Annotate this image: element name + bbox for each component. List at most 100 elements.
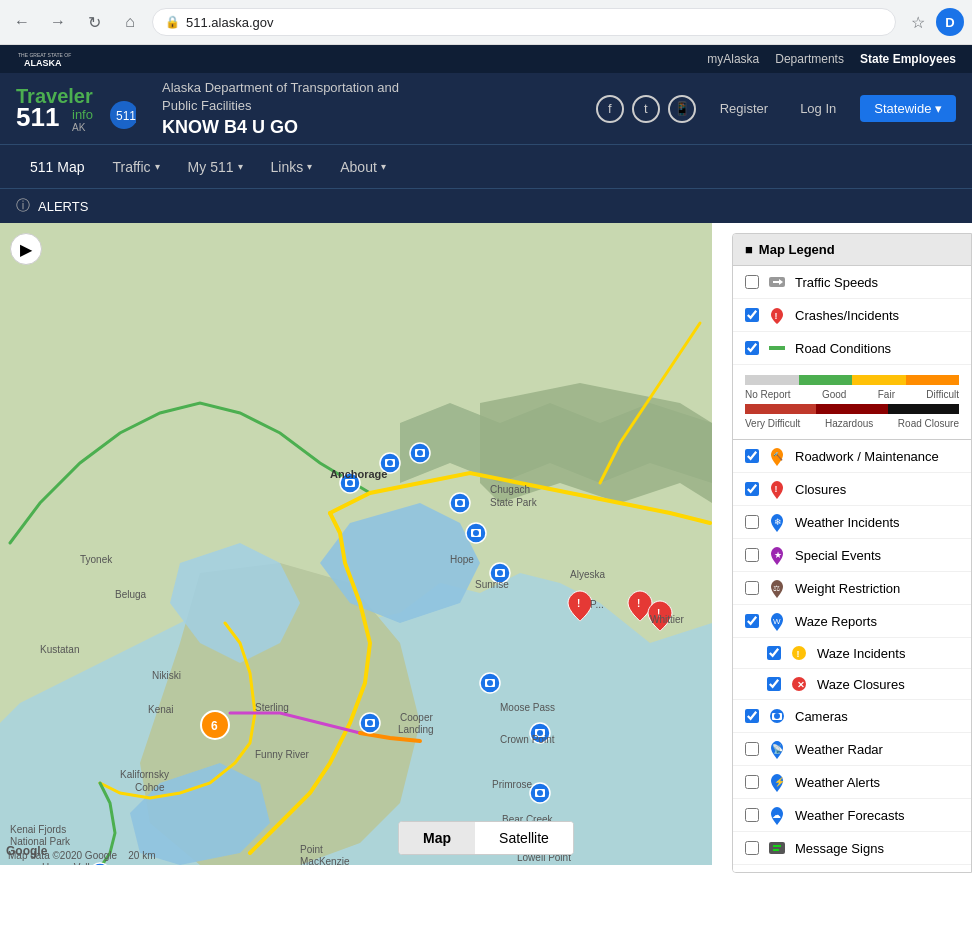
nav-about[interactable]: About ▾ <box>326 145 400 189</box>
road-labels-1: No Report Good Fair Difficult <box>745 389 959 400</box>
svg-text:Sunrise: Sunrise <box>475 579 509 590</box>
svg-point-28 <box>497 570 503 576</box>
legend-item-road-conditions[interactable]: Road Conditions <box>733 332 971 365</box>
legend-item-roadwork[interactable]: 🔨 Roadwork / Maintenance <box>733 440 971 473</box>
special-events-checkbox[interactable] <box>745 548 759 562</box>
legend-title: Map Legend <box>759 242 835 257</box>
myalaska-link[interactable]: myAlaska <box>707 52 759 66</box>
nav-my511[interactable]: My 511 ▾ <box>174 145 257 189</box>
waze-incidents-checkbox[interactable] <box>767 646 781 660</box>
svg-text:Alyeska: Alyeska <box>570 569 605 580</box>
legend-item-weather-alerts[interactable]: ⚡ Weather Alerts <box>733 766 971 799</box>
logo-section: Traveler 511 info AK 511 <box>16 81 146 137</box>
road-conditions-checkbox[interactable] <box>745 341 759 355</box>
back-button[interactable]: ← <box>8 8 36 36</box>
traffic-speeds-checkbox[interactable] <box>745 275 759 289</box>
crashes-icon: ! <box>767 305 787 325</box>
roadwork-label: Roadwork / Maintenance <box>795 449 959 464</box>
svg-text:Sterling: Sterling <box>255 702 289 713</box>
closures-checkbox[interactable] <box>745 482 759 496</box>
nav-links[interactable]: Links ▾ <box>257 145 327 189</box>
svg-text:✕: ✕ <box>797 680 805 690</box>
alaska-logo: THE GREAT STATE OF ALASKA <box>16 49 76 69</box>
svg-text:!: ! <box>797 649 800 659</box>
weight-restriction-checkbox[interactable] <box>745 581 759 595</box>
forward-button[interactable]: → <box>44 8 72 36</box>
facebook-icon[interactable]: f <box>596 95 624 123</box>
dept-line2: Public Facilities <box>162 97 580 115</box>
header-right: Register Log In Statewide ▾ <box>712 95 956 122</box>
roadwork-icon: 🔨 <box>767 446 787 466</box>
legend-item-cameras[interactable]: Cameras <box>733 700 971 733</box>
legend-item-weather-incidents[interactable]: ❄ Weather Incidents <box>733 506 971 539</box>
legend-item-special-events[interactable]: ★ Special Events <box>733 539 971 572</box>
svg-text:State Park: State Park <box>490 497 538 508</box>
road-closure-seg <box>888 404 959 414</box>
avatar-button[interactable]: D <box>936 8 964 36</box>
road-condition-bar-1 <box>745 375 959 385</box>
legend-item-weather-forecasts[interactable]: ☁ Weather Forecasts <box>733 799 971 832</box>
map-background[interactable]: ! ! ! 6 Anchorage Chugach State Park Hop… <box>0 223 712 865</box>
nav-511map[interactable]: 511 Map <box>16 145 98 189</box>
twitter-icon[interactable]: t <box>632 95 660 123</box>
legend-item-crashes[interactable]: ! Crashes/Incidents <box>733 299 971 332</box>
waze-closures-checkbox[interactable] <box>767 677 781 691</box>
waze-reports-checkbox[interactable] <box>745 614 759 628</box>
roadwork-checkbox[interactable] <box>745 449 759 463</box>
weather-incidents-icon: ❄ <box>767 512 787 532</box>
crashes-label: Crashes/Incidents <box>795 308 959 323</box>
legend-header[interactable]: ■ Map Legend <box>733 234 971 266</box>
road-closure-label: Road Closure <box>898 418 959 429</box>
cameras-icon <box>767 706 787 726</box>
bookmark-button[interactable]: ☆ <box>904 8 932 36</box>
login-button[interactable]: Log In <box>792 97 844 120</box>
waze-incidents-label: Waze Incidents <box>817 646 959 661</box>
cameras-checkbox[interactable] <box>745 709 759 723</box>
svg-text:511: 511 <box>116 109 136 123</box>
camera-pin-5 <box>466 523 486 543</box>
refresh-button[interactable]: ↻ <box>80 8 108 36</box>
legend-item-mile-markers[interactable]: M Mile Markers <box>733 865 971 873</box>
closures-icon: ! <box>767 479 787 499</box>
legend-item-traffic-speeds[interactable]: Traffic Speeds <box>733 266 971 299</box>
map-view-button[interactable]: Map <box>399 822 475 854</box>
map-container: ! ! ! 6 Anchorage Chugach State Park Hop… <box>0 223 972 865</box>
alaska-state-seal: THE GREAT STATE OF ALASKA <box>16 49 76 69</box>
waze-closures-icon: ✕ <box>789 674 809 694</box>
legend-item-closures[interactable]: ! Closures <box>733 473 971 506</box>
legend-sub-item-waze-closures[interactable]: ✕ Waze Closures <box>733 669 971 700</box>
weather-alerts-checkbox[interactable] <box>745 775 759 789</box>
address-bar[interactable]: 🔒 511.alaska.gov <box>152 8 896 36</box>
svg-point-31 <box>487 680 493 686</box>
legend-item-weight[interactable]: ⚖ Weight Restriction <box>733 572 971 605</box>
svg-point-13 <box>347 480 353 486</box>
legend-item-message-signs[interactable]: Message Signs <box>733 832 971 865</box>
weather-forecasts-checkbox[interactable] <box>745 808 759 822</box>
legend-item-weather-radar[interactable]: 📡 Weather Radar <box>733 733 971 766</box>
departments-link[interactable]: Departments <box>775 52 844 66</box>
weather-incidents-checkbox[interactable] <box>745 515 759 529</box>
browser-toolbar: ← → ↻ ⌂ 🔒 511.alaska.gov ☆ D <box>0 0 972 44</box>
very-difficult-seg <box>745 404 816 414</box>
message-signs-checkbox[interactable] <box>745 841 759 855</box>
legend-sub-item-waze-incidents[interactable]: ! Waze Incidents <box>733 638 971 669</box>
statewide-button[interactable]: Statewide ▾ <box>860 95 956 122</box>
fair-label: Fair <box>878 389 895 400</box>
waze-reports-icon: W <box>767 611 787 631</box>
weather-radar-checkbox[interactable] <box>745 742 759 756</box>
mile-markers-icon: M <box>767 871 787 873</box>
mobile-icon[interactable]: 📱 <box>668 95 696 123</box>
weather-radar-icon: 📡 <box>767 739 787 759</box>
nav-traffic[interactable]: Traffic ▾ <box>98 145 173 189</box>
legend-item-waze[interactable]: W Waze Reports <box>733 605 971 638</box>
svg-text:Crown Point: Crown Point <box>500 734 555 745</box>
register-button[interactable]: Register <box>712 97 776 120</box>
satellite-view-button[interactable]: Satellite <box>475 822 573 854</box>
svg-text:Cooper: Cooper <box>400 712 433 723</box>
traffic-speeds-icon <box>767 272 787 292</box>
home-button[interactable]: ⌂ <box>116 8 144 36</box>
special-events-label: Special Events <box>795 548 959 563</box>
crashes-checkbox[interactable] <box>745 308 759 322</box>
top-bar: THE GREAT STATE OF ALASKA myAlaska Depar… <box>0 45 972 73</box>
state-employees-link[interactable]: State Employees <box>860 52 956 66</box>
